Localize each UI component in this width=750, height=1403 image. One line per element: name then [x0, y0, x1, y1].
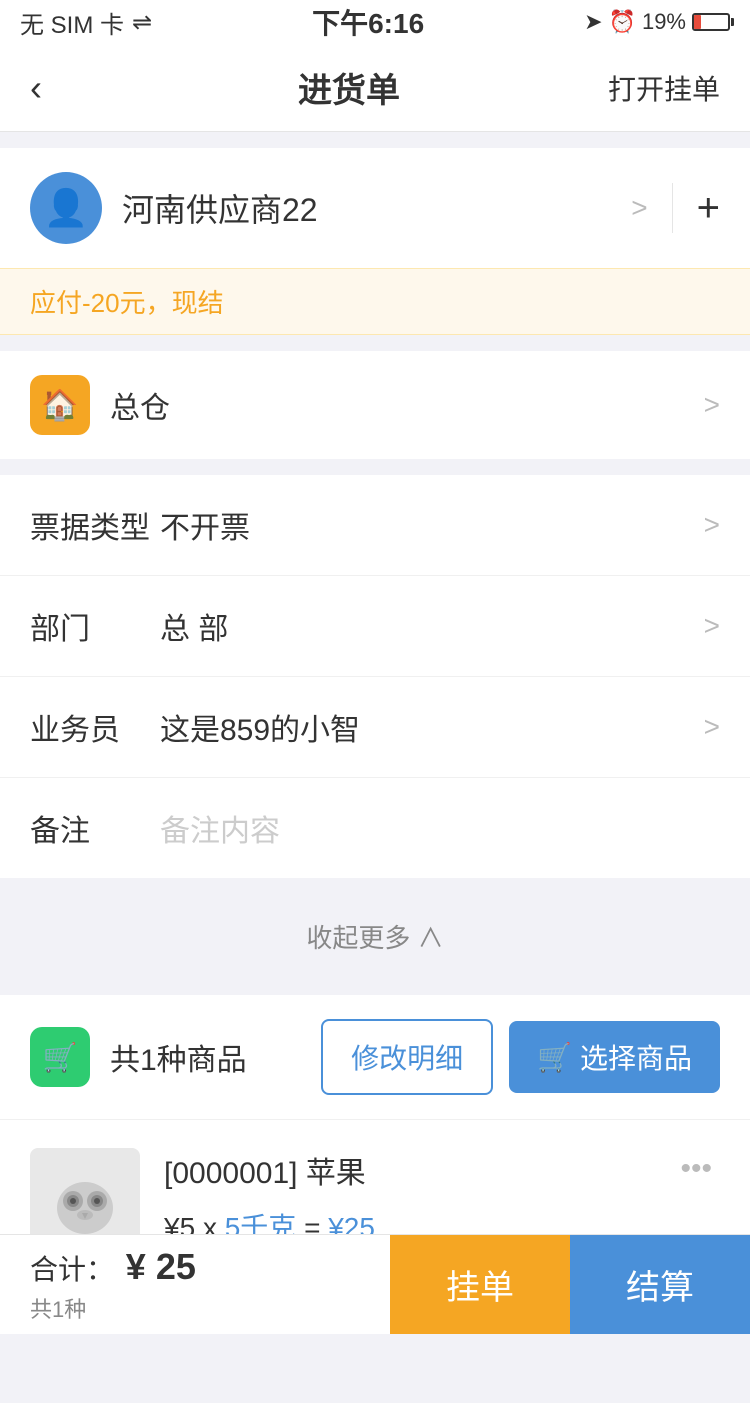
warehouse-name: 总仓 — [110, 383, 704, 427]
avatar-icon: 👤 — [44, 187, 89, 229]
invoice-row[interactable]: 票据类型 不开票 > — [0, 475, 750, 576]
supplier-row[interactable]: 👤 河南供应商22 > + — [0, 148, 750, 268]
supplier-chevron-icon: > — [631, 192, 647, 224]
product-more-button[interactable]: ••• — [672, 1148, 720, 1190]
invoice-label: 票据类型 — [30, 503, 160, 547]
warehouse-icon-bg: 🏠 — [30, 375, 90, 435]
status-right: ➤ ⏰ 19% — [584, 9, 730, 35]
warehouse-icon: 🏠 — [41, 388, 78, 423]
main-content: 👤 河南供应商22 > + 应付-20元，现结 🏠 总仓 > 票据类型 不开票 … — [0, 132, 750, 1403]
select-product-label: 选择商品 — [580, 1037, 692, 1077]
bottom-bar: 合计： ¥ 25 共1种 挂单 结算 — [0, 1234, 750, 1334]
battery-pct: 19% — [642, 9, 686, 35]
page-title: 进货单 — [90, 63, 608, 112]
owl-logo-icon — [45, 1163, 125, 1243]
remark-input[interactable]: 备注内容 — [160, 806, 720, 850]
supplier-name: 河南供应商22 — [122, 185, 631, 231]
remark-label: 备注 — [30, 806, 160, 850]
open-hold-button[interactable]: 打开挂单 — [608, 68, 720, 108]
edit-detail-button[interactable]: 修改明细 — [321, 1019, 493, 1095]
staff-value: 这是859的小智 — [160, 705, 704, 749]
select-product-icon: 🛒 — [537, 1041, 572, 1074]
total-section: 合计： ¥ 25 共1种 — [0, 1246, 390, 1324]
location-icon: ➤ — [584, 9, 602, 35]
product-code: [0000001] — [164, 1157, 297, 1190]
products-count: 共1种商品 — [110, 1035, 321, 1079]
spacer — [0, 132, 750, 148]
remark-row[interactable]: 备注 备注内容 — [0, 778, 750, 878]
status-bar: 无 SIM 卡 ⇌ 下午6:16 ➤ ⏰ 19% — [0, 0, 750, 44]
products-icon-bg: 🛒 — [30, 1027, 90, 1087]
total-label: 合计： — [30, 1254, 114, 1285]
nav-bar: ‹ 进货单 打开挂单 — [0, 44, 750, 132]
supplier-card: 👤 河南供应商22 > + 应付-20元，现结 — [0, 148, 750, 335]
supplier-avatar: 👤 — [30, 172, 102, 244]
add-supplier-button[interactable]: + — [697, 186, 720, 231]
carrier-text: 无 SIM 卡 — [20, 5, 124, 40]
alarm-icon: ⏰ — [609, 9, 636, 35]
invoice-chevron-icon: > — [704, 509, 720, 541]
dept-label: 部门 — [30, 604, 160, 648]
dept-chevron-icon: > — [704, 610, 720, 642]
battery-icon — [692, 13, 730, 31]
product-info: [0000001] 苹果 ¥5 x 5千克 = ¥25 — [164, 1148, 672, 1246]
product-title: 苹果 — [306, 1157, 366, 1190]
dept-value: 总 部 — [160, 604, 704, 648]
invoice-value: 不开票 — [160, 503, 704, 547]
warehouse-chevron-icon: > — [704, 389, 720, 421]
checkout-button[interactable]: 结算 — [570, 1235, 750, 1334]
staff-label: 业务员 — [30, 705, 160, 749]
supplier-alert: 应付-20元，现结 — [0, 268, 750, 335]
collapse-button[interactable]: 收起更多 ∧ — [0, 894, 750, 979]
hold-button[interactable]: 挂单 — [390, 1235, 570, 1334]
warehouse-row[interactable]: 🏠 总仓 > — [0, 351, 750, 459]
dept-row[interactable]: 部门 总 部 > — [0, 576, 750, 677]
total-count: 共1种 — [30, 1292, 360, 1324]
form-card: 票据类型 不开票 > 部门 总 部 > 业务员 这是859的小智 > 备注 备注… — [0, 475, 750, 878]
wifi-icon: ⇌ — [132, 8, 152, 37]
staff-chevron-icon: > — [704, 711, 720, 743]
status-time: 下午6:16 — [312, 2, 424, 42]
back-button[interactable]: ‹ — [30, 67, 90, 109]
status-left: 无 SIM 卡 ⇌ — [20, 5, 152, 40]
products-header: 🛒 共1种商品 修改明细 🛒 选择商品 — [0, 995, 750, 1120]
cart-icon: 🛒 — [43, 1041, 78, 1074]
battery-fill — [694, 15, 701, 29]
staff-row[interactable]: 业务员 这是859的小智 > — [0, 677, 750, 778]
total-amount: ¥ 25 — [126, 1246, 196, 1287]
product-name: [0000001] 苹果 — [164, 1148, 672, 1192]
select-product-button[interactable]: 🛒 选择商品 — [509, 1021, 720, 1093]
vertical-divider — [672, 183, 673, 233]
warehouse-card: 🏠 总仓 > — [0, 351, 750, 459]
